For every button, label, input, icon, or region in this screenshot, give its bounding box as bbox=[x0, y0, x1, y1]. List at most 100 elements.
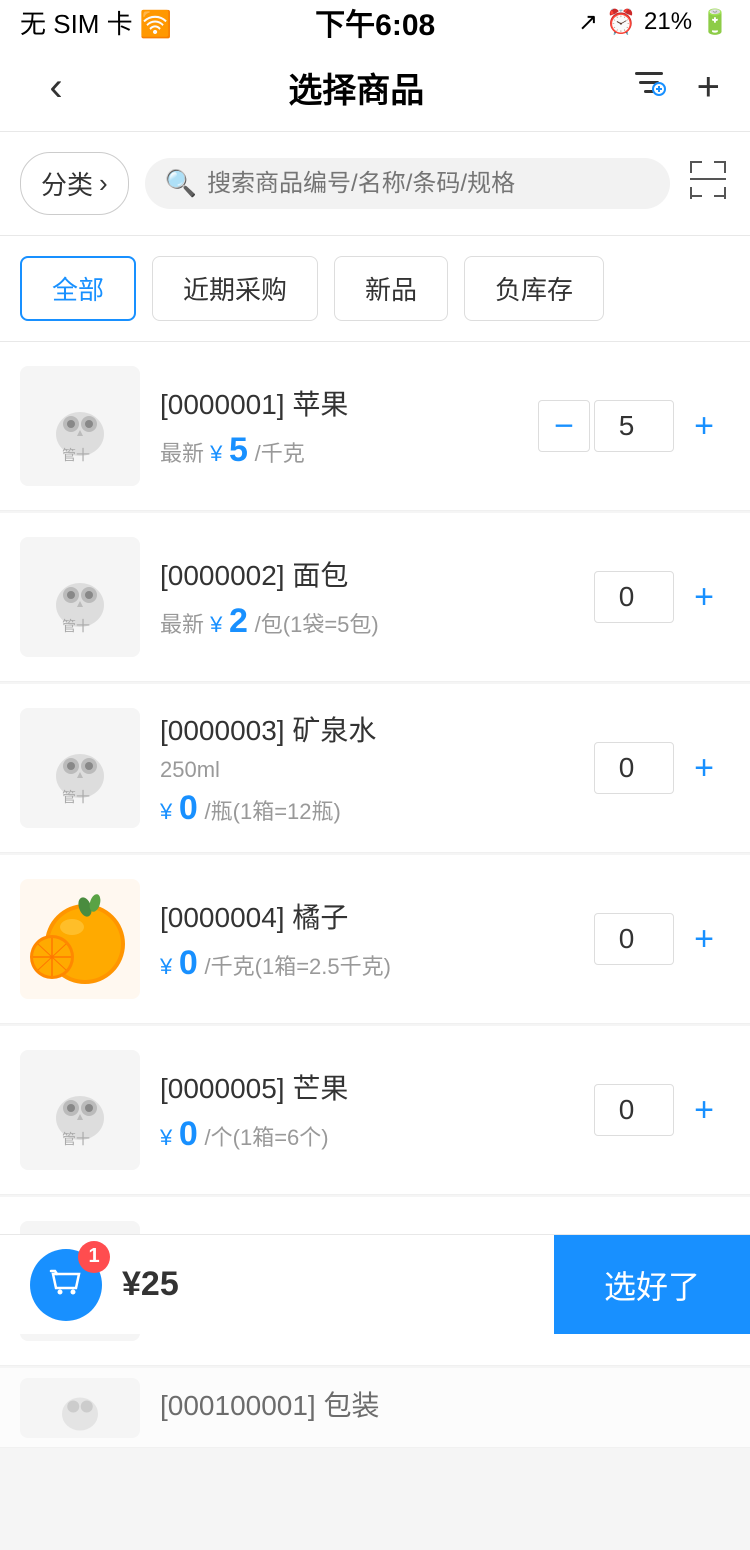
tab-new[interactable]: 新品 bbox=[334, 256, 448, 321]
product-name: [0000004] 橘子 bbox=[160, 896, 574, 936]
product-info-partial: [000100001] 包装 bbox=[160, 1384, 730, 1432]
currency-symbol: ¥ bbox=[210, 441, 222, 466]
tab-recent[interactable]: 近期采购 bbox=[152, 256, 318, 321]
cart-icon bbox=[45, 1264, 87, 1306]
product-name: [0000003] 矿泉水 bbox=[160, 709, 574, 749]
quantity-input[interactable] bbox=[594, 1084, 674, 1136]
price-value: 5 bbox=[229, 431, 248, 469]
sim-status: 无 SIM 卡 🛜 bbox=[20, 4, 172, 41]
category-label: 分类 bbox=[41, 165, 93, 202]
search-box: 🔍 bbox=[145, 158, 670, 209]
page-title: 选择商品 bbox=[288, 63, 424, 112]
search-icon: 🔍 bbox=[165, 168, 197, 199]
price-unit: /千克(1箱=2.5千克) bbox=[205, 954, 391, 979]
filter-button[interactable] bbox=[631, 65, 667, 110]
currency-symbol: ¥ bbox=[160, 799, 172, 824]
owl-logo-icon: 管十 bbox=[40, 557, 120, 637]
status-bar: 无 SIM 卡 🛜 下午6:08 ↗ ⏰ 21% 🔋 bbox=[0, 0, 750, 44]
scan-icon[interactable] bbox=[686, 157, 730, 210]
owl-logo-icon bbox=[50, 1378, 110, 1438]
nav-actions: + bbox=[631, 65, 720, 110]
search-input[interactable] bbox=[207, 170, 650, 198]
toolbar: 分类 › 🔍 bbox=[0, 132, 750, 236]
list-item: [0000004] 橘子 ¥ 0 /千克(1箱=2.5千克) + bbox=[0, 855, 750, 1024]
back-button[interactable]: ‹ bbox=[30, 62, 82, 114]
product-image-0000003: 管十 bbox=[20, 708, 140, 828]
quantity-input[interactable] bbox=[594, 400, 674, 452]
svg-text:管十: 管十 bbox=[62, 447, 90, 463]
quantity-input[interactable] bbox=[594, 571, 674, 623]
bottom-bar: 1 ¥25 选好了 bbox=[0, 1234, 750, 1334]
svg-text:管十: 管十 bbox=[62, 618, 90, 634]
owl-logo-icon: 管十 bbox=[40, 728, 120, 808]
product-info-0000001: [0000001] 苹果 最新 ¥ 5 /千克 bbox=[160, 383, 518, 470]
increase-button[interactable]: + bbox=[678, 1084, 730, 1136]
filter-tabs: 全部 近期采购 新品 负库存 bbox=[0, 236, 750, 342]
price-value: 0 bbox=[179, 789, 198, 827]
status-right: ↗ ⏰ 21% 🔋 bbox=[578, 8, 730, 37]
increase-button[interactable]: + bbox=[678, 571, 730, 623]
product-info-0000003: [0000003] 矿泉水 250ml ¥ 0 /瓶(1箱=12瓶) bbox=[160, 709, 574, 828]
confirm-button[interactable]: 选好了 bbox=[554, 1235, 750, 1334]
status-time: 下午6:08 bbox=[315, 0, 435, 44]
quantity-input[interactable] bbox=[594, 913, 674, 965]
battery-status: 21% bbox=[644, 8, 692, 36]
product-name: [000100001] 包装 bbox=[160, 1384, 730, 1424]
cart-area: 1 ¥25 bbox=[0, 1249, 554, 1321]
svg-text:管十: 管十 bbox=[62, 789, 90, 805]
cart-badge: 1 bbox=[78, 1241, 110, 1273]
product-image-partial bbox=[20, 1378, 140, 1438]
price-unit: /包(1袋=5包) bbox=[255, 612, 379, 637]
filter-icon bbox=[631, 65, 667, 101]
product-price: 最新 ¥ 5 /千克 bbox=[160, 431, 518, 470]
tab-all[interactable]: 全部 bbox=[20, 256, 136, 321]
increase-button[interactable]: + bbox=[678, 400, 730, 452]
list-item: 管十 [0000003] 矿泉水 250ml ¥ 0 /瓶(1箱=12瓶) + bbox=[0, 684, 750, 853]
chevron-right-icon: › bbox=[99, 168, 108, 199]
product-image-0000004 bbox=[20, 879, 140, 999]
list-item: 管十 [0000005] 芒果 ¥ 0 /个(1箱=6个) + bbox=[0, 1026, 750, 1195]
product-name: [0000002] 面包 bbox=[160, 554, 574, 594]
cart-total: ¥25 bbox=[122, 1265, 179, 1304]
price-value: 0 bbox=[179, 1115, 198, 1153]
cart-icon-wrap[interactable]: 1 bbox=[30, 1249, 102, 1321]
price-label: 最新 bbox=[160, 441, 210, 466]
product-spec: 250ml bbox=[160, 757, 574, 783]
product-name: [0000001] 苹果 bbox=[160, 383, 518, 423]
price-unit: /个(1箱=6个) bbox=[205, 1125, 329, 1150]
decrease-button[interactable]: − bbox=[538, 400, 590, 452]
product-info-0000005: [0000005] 芒果 ¥ 0 /个(1箱=6个) bbox=[160, 1067, 574, 1154]
status-left: 无 SIM 卡 🛜 bbox=[20, 4, 172, 41]
increase-button[interactable]: + bbox=[678, 742, 730, 794]
owl-logo-icon: 管十 bbox=[40, 1070, 120, 1150]
tab-negative-stock[interactable]: 负库存 bbox=[464, 256, 604, 321]
location-icon: ↗ bbox=[578, 8, 598, 37]
add-button[interactable]: + bbox=[697, 65, 720, 110]
increase-button[interactable]: + bbox=[678, 913, 730, 965]
price-unit: /千克 bbox=[255, 441, 305, 466]
product-price: ¥ 0 /瓶(1箱=12瓶) bbox=[160, 789, 574, 828]
product-image-0000001: 管十 bbox=[20, 366, 140, 486]
product-price: ¥ 0 /个(1箱=6个) bbox=[160, 1115, 574, 1154]
product-price: 最新 ¥ 2 /包(1袋=5包) bbox=[160, 602, 574, 641]
quantity-input[interactable] bbox=[594, 742, 674, 794]
product-info-0000004: [0000004] 橘子 ¥ 0 /千克(1箱=2.5千克) bbox=[160, 896, 574, 983]
currency-symbol: ¥ bbox=[160, 1125, 172, 1150]
list-item: 管十 [0000001] 苹果 最新 ¥ 5 /千克 − + bbox=[0, 342, 750, 511]
owl-logo-icon: 管十 bbox=[40, 386, 120, 466]
battery-icon: 🔋 bbox=[700, 8, 730, 37]
product-image-0000005: 管十 bbox=[20, 1050, 140, 1170]
nav-bar: ‹ 选择商品 + bbox=[0, 44, 750, 132]
price-value: 2 bbox=[229, 602, 248, 640]
quantity-control-0000003: + bbox=[594, 742, 730, 794]
list-item: 管十 [0000002] 面包 最新 ¥ 2 /包(1袋=5包) + bbox=[0, 513, 750, 682]
price-value: 0 bbox=[179, 944, 198, 982]
currency-symbol: ¥ bbox=[210, 612, 222, 637]
list-item: [000100001] 包装 bbox=[0, 1368, 750, 1448]
quantity-control-0000005: + bbox=[594, 1084, 730, 1136]
svg-text:管十: 管十 bbox=[62, 1131, 90, 1147]
product-image-0000002: 管十 bbox=[20, 537, 140, 657]
product-price: ¥ 0 /千克(1箱=2.5千克) bbox=[160, 944, 574, 983]
category-button[interactable]: 分类 › bbox=[20, 152, 129, 215]
alarm-icon: ⏰ bbox=[606, 8, 636, 37]
